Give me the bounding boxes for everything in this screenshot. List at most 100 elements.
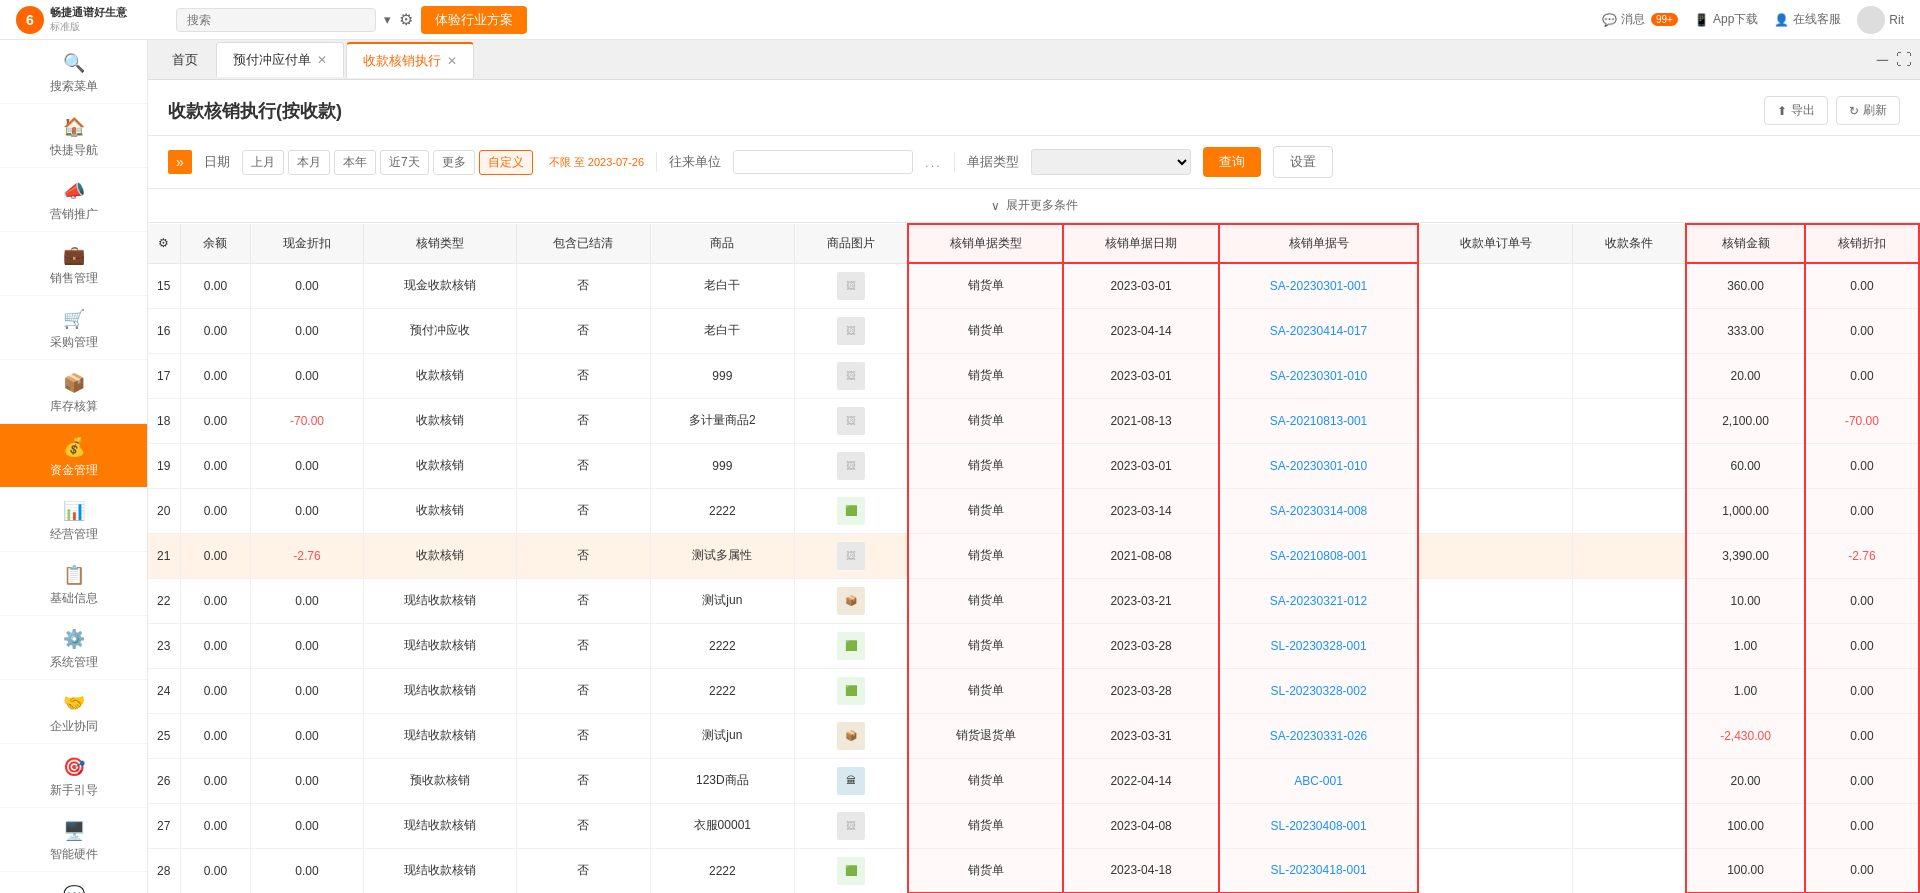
tab-receipts[interactable]: 收款核销执行 ✕	[346, 42, 474, 78]
td-verify-doc-date: 2023-03-01	[1063, 263, 1219, 308]
td-receipt-order	[1418, 308, 1573, 353]
td-verify-doc-no[interactable]: SA-20230321-012	[1219, 578, 1418, 623]
td-verify-discount: 0.00	[1805, 443, 1919, 488]
table-row: 26 0.00 0.00 预收款核销 否 123D商品 🏛 销货单 2022-0…	[148, 758, 1919, 803]
td-verify-doc-no[interactable]: SL-20230328-001	[1219, 623, 1418, 668]
table-settings-button[interactable]: 设置	[1273, 146, 1333, 178]
td-verify-doc-type: 销货单	[908, 443, 1064, 488]
gear-icon[interactable]: ⚙	[399, 10, 413, 29]
doc-no-link[interactable]: SA-20230321-012	[1270, 594, 1367, 608]
td-goods-image: 🟩	[795, 488, 908, 533]
doc-no-link[interactable]: SL-20230328-001	[1271, 639, 1367, 653]
doc-no-link[interactable]: SA-20210808-001	[1270, 549, 1367, 563]
sidebar-item-13[interactable]: 💬企业微信	[0, 872, 147, 893]
sidebar-item-11[interactable]: 🎯新手引导	[0, 744, 147, 808]
td-verify-amount: 1.00	[1686, 668, 1805, 713]
doc-no-link[interactable]: SA-20230301-001	[1270, 279, 1367, 293]
td-verify-doc-no[interactable]: SA-20230301-010	[1219, 443, 1418, 488]
td-verify-doc-no[interactable]: SA-20230331-026	[1219, 713, 1418, 758]
query-button[interactable]: 查询	[1203, 147, 1261, 177]
tab-minimize-btn[interactable]: ─	[1877, 51, 1888, 69]
sidebar-item-2[interactable]: 📣营销推广	[0, 168, 147, 232]
td-verify-doc-no[interactable]: ABC-001	[1219, 758, 1418, 803]
td-verify-discount: 0.00	[1805, 713, 1919, 758]
sidebar-item-9[interactable]: ⚙️系统管理	[0, 616, 147, 680]
sidebar-item-5[interactable]: 📦库存核算	[0, 360, 147, 424]
td-goods-image: 🏛	[795, 758, 908, 803]
partner-dots[interactable]: ...	[925, 155, 942, 170]
td-receipt-condition	[1573, 263, 1686, 308]
td-verify-doc-no[interactable]: SA-20230314-008	[1219, 488, 1418, 533]
sidebar-item-6[interactable]: 💰资金管理	[0, 424, 147, 488]
td-num: 24	[148, 668, 180, 713]
doc-no-link[interactable]: SL-20230408-001	[1271, 819, 1367, 833]
date-btn-last-month[interactable]: 上月	[242, 150, 284, 175]
td-verify-amount: 333.00	[1686, 308, 1805, 353]
td-verify-amount: -2,430.00	[1686, 713, 1805, 758]
sidebar-item-12[interactable]: 🖥️智能硬件	[0, 808, 147, 872]
td-verify-doc-no[interactable]: SL-20230418-001	[1219, 848, 1418, 893]
refresh-button[interactable]: ↻ 刷新	[1836, 96, 1900, 125]
tab-receipts-close[interactable]: ✕	[447, 54, 457, 68]
td-verify-type: 现结收款核销	[363, 803, 517, 848]
export-button[interactable]: ⬆ 导出	[1764, 96, 1828, 125]
sidebar-item-10[interactable]: 🤝企业协同	[0, 680, 147, 744]
doc-no-link[interactable]: SL-20230328-002	[1271, 684, 1367, 698]
logo-area: 6 畅捷通谱好生意 标准版	[16, 5, 164, 34]
online-service-label: 在线客服	[1793, 11, 1841, 28]
sidebar-item-4[interactable]: 🛒采购管理	[0, 296, 147, 360]
td-verify-doc-no[interactable]: SA-20230301-001	[1219, 263, 1418, 308]
sidebar-item-3[interactable]: 💼销售管理	[0, 232, 147, 296]
td-receipt-condition	[1573, 353, 1686, 398]
td-verify-doc-no[interactable]: SL-20230408-001	[1219, 803, 1418, 848]
td-receipt-condition	[1573, 713, 1686, 758]
online-service-item[interactable]: 👤 在线客服	[1774, 11, 1841, 28]
filter-expand-button[interactable]: »	[168, 150, 192, 174]
tab-prepay[interactable]: 预付冲应付单 ✕	[216, 42, 344, 77]
table-row: 15 0.00 0.00 现金收款核销 否 老白干 🖼 销货单 2023-03-…	[148, 263, 1919, 308]
industry-button[interactable]: 体验行业方案	[421, 6, 527, 34]
sidebar-item-8[interactable]: 📋基础信息	[0, 552, 147, 616]
sidebar-icon-1: 🏠	[63, 116, 85, 138]
date-btn-7days[interactable]: 近7天	[380, 150, 429, 175]
doc-no-link[interactable]: SA-20230331-026	[1270, 729, 1367, 743]
td-verify-doc-no[interactable]: SL-20230328-002	[1219, 668, 1418, 713]
user-item[interactable]: Rit	[1857, 6, 1904, 34]
date-btn-more[interactable]: 更多	[433, 150, 475, 175]
doc-type-select[interactable]	[1031, 149, 1191, 175]
td-verify-doc-no[interactable]: SA-20230414-017	[1219, 308, 1418, 353]
partner-input[interactable]	[733, 150, 913, 174]
doc-no-link[interactable]: SL-20230418-001	[1271, 863, 1367, 877]
messages-item[interactable]: 💬 消息 99+	[1602, 11, 1678, 28]
sidebar-label-8: 基础信息	[50, 590, 98, 607]
expand-conditions-bar[interactable]: ∨ 展开更多条件	[148, 189, 1920, 223]
td-receipt-condition	[1573, 533, 1686, 578]
td-verify-doc-type: 销货单	[908, 803, 1064, 848]
tab-prepay-close[interactable]: ✕	[317, 53, 327, 67]
doc-no-link[interactable]: SA-20230301-010	[1270, 459, 1367, 473]
doc-no-link[interactable]: SA-20230301-010	[1270, 369, 1367, 383]
sidebar-item-1[interactable]: 🏠快捷导航	[0, 104, 147, 168]
td-verify-doc-no[interactable]: SA-20230301-010	[1219, 353, 1418, 398]
dropdown-icon[interactable]: ▾	[384, 12, 391, 27]
td-verify-amount: 100.00	[1686, 803, 1805, 848]
td-include-settled: 否	[517, 623, 650, 668]
doc-no-link[interactable]: ABC-001	[1294, 774, 1343, 788]
tab-maximize-btn[interactable]: ⛶	[1896, 51, 1912, 69]
td-verify-doc-no[interactable]: SA-20210813-001	[1219, 398, 1418, 443]
date-btn-this-month[interactable]: 本月	[288, 150, 330, 175]
sidebar-icon-0: 🔍	[63, 52, 85, 74]
td-balance: 0.00	[180, 668, 251, 713]
doc-no-link[interactable]: SA-20230414-017	[1270, 324, 1367, 338]
sidebar-item-7[interactable]: 📊经营管理	[0, 488, 147, 552]
doc-no-link[interactable]: SA-20210813-001	[1270, 414, 1367, 428]
doc-no-link[interactable]: SA-20230314-008	[1270, 504, 1367, 518]
search-input[interactable]	[176, 8, 376, 32]
date-btn-this-year[interactable]: 本年	[334, 150, 376, 175]
td-verify-discount: 0.00	[1805, 308, 1919, 353]
app-download-item[interactable]: 📱 App下载	[1694, 11, 1758, 28]
tab-home[interactable]: 首页	[156, 43, 214, 77]
td-verify-doc-no[interactable]: SA-20210808-001	[1219, 533, 1418, 578]
sidebar-item-0[interactable]: 🔍搜索菜单	[0, 40, 147, 104]
date-btn-custom[interactable]: 自定义	[479, 150, 533, 175]
